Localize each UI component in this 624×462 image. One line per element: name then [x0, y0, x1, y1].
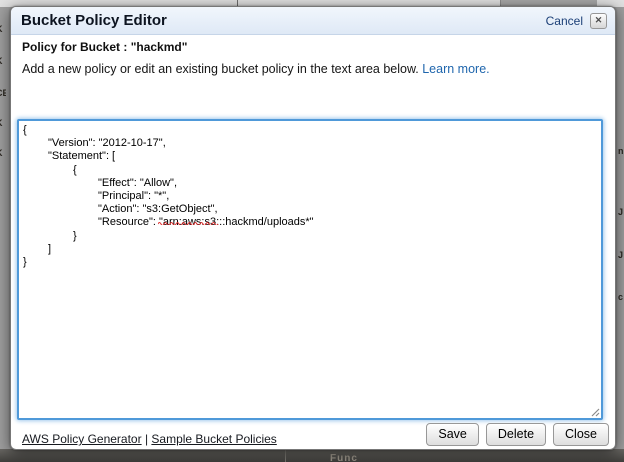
- background-text-fragment: K: [0, 56, 6, 66]
- background-text-fragment: J: [618, 207, 624, 217]
- background-text-fragment: n: [618, 146, 624, 156]
- description-text: Add a new policy or edit an existing buc…: [22, 62, 422, 76]
- save-button[interactable]: Save: [426, 423, 479, 446]
- dialog-description: Add a new policy or edit an existing buc…: [22, 62, 490, 76]
- background-text-fragment: K: [0, 118, 6, 128]
- background-text-fragment: Func: [330, 453, 358, 462]
- close-icon: ✕: [595, 15, 603, 26]
- aws-policy-generator-link[interactable]: AWS Policy Generator: [22, 432, 142, 446]
- background-text-fragment: J: [618, 250, 624, 260]
- delete-button[interactable]: Delete: [486, 423, 546, 446]
- link-separator: |: [142, 432, 152, 446]
- background-text-fragment: K: [0, 24, 6, 34]
- close-button[interactable]: ✕: [590, 13, 607, 29]
- sample-bucket-policies-link[interactable]: Sample Bucket Policies: [151, 432, 276, 446]
- learn-more-link[interactable]: Learn more.: [422, 62, 489, 76]
- background-divider: [285, 449, 286, 462]
- policy-editor-container: { "Version": "2012-10-17", "Statement": …: [17, 119, 603, 420]
- background-text-fragment: CE: [0, 88, 6, 98]
- policy-for-bucket-label: Policy for Bucket : "hackmd": [22, 40, 187, 54]
- dialog-header: Bucket Policy Editor Cancel ✕: [11, 7, 615, 35]
- background-page-bottom: Func: [0, 449, 624, 462]
- close-dialog-button[interactable]: Close: [553, 423, 609, 446]
- background-text-fragment: c: [618, 292, 624, 302]
- footer-links: AWS Policy Generator | Sample Bucket Pol…: [22, 432, 277, 446]
- policy-text-input[interactable]: { "Version": "2012-10-17", "Statement": …: [19, 121, 601, 418]
- dialog-title: Bucket Policy Editor: [21, 12, 546, 29]
- bucket-policy-editor-dialog: Bucket Policy Editor Cancel ✕ Policy for…: [10, 6, 616, 450]
- dialog-button-row: Save Delete Close: [426, 423, 609, 446]
- cancel-link[interactable]: Cancel: [546, 14, 583, 28]
- background-text-fragment: K: [0, 148, 6, 158]
